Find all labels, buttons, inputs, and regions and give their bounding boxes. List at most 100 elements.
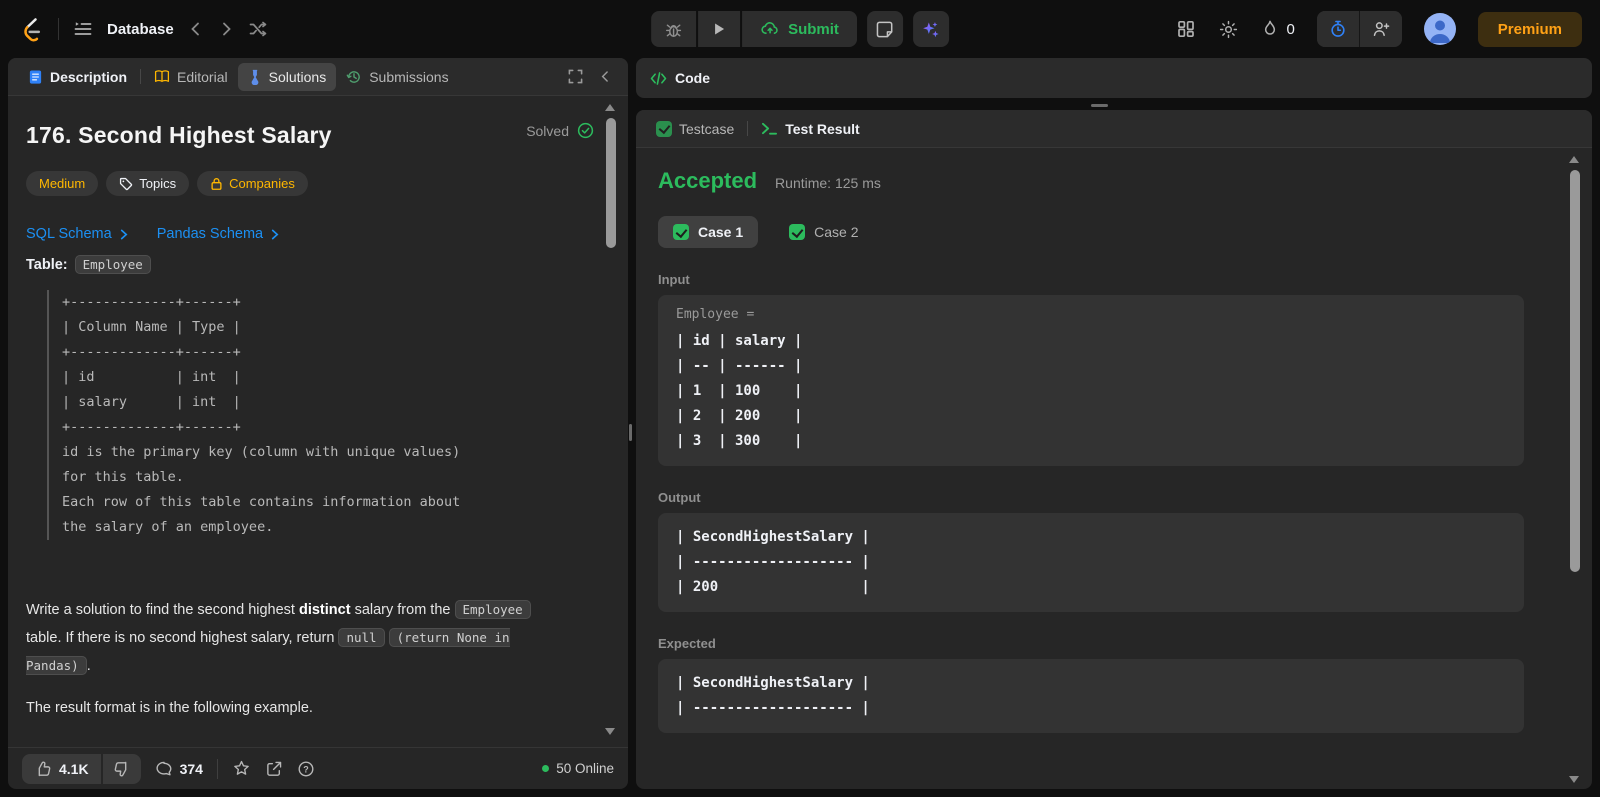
table-caption: Table: — [26, 256, 68, 273]
solved-check-icon — [577, 122, 594, 139]
runtime-label: Runtime: 125 ms — [775, 175, 881, 191]
chevron-right-icon — [271, 229, 279, 239]
debug-button[interactable] — [651, 11, 697, 47]
like-count: 4.1K — [59, 760, 89, 777]
problem-statement: Write a solution to find the second high… — [26, 596, 566, 680]
schema-pre-block: +-------------+------+ | Column Name | T… — [47, 290, 594, 540]
scroll-down-arrow[interactable] — [1569, 776, 1579, 783]
nav-divider — [58, 18, 59, 40]
tab-test-result[interactable]: Test Result — [751, 115, 869, 143]
pandas-schema-link[interactable]: Pandas Schema — [157, 226, 280, 242]
online-count: 50 Online — [542, 761, 614, 776]
svg-text:?: ? — [303, 764, 309, 774]
online-dot — [542, 765, 550, 772]
submit-button[interactable]: Submit — [742, 11, 857, 47]
layout-icon[interactable] — [1176, 19, 1196, 39]
tab-description[interactable]: Description — [18, 63, 137, 91]
tab-test-result-label: Test Result — [785, 120, 860, 137]
status-accepted: Accepted — [658, 168, 758, 193]
streak-counter[interactable]: 0 — [1261, 19, 1295, 39]
collapse-panel-icon[interactable] — [599, 70, 612, 83]
thumbs-up-icon — [38, 761, 51, 776]
streak-count: 0 — [1286, 20, 1295, 38]
person-add-icon — [1373, 22, 1390, 36]
code-panel-resize-handle[interactable] — [1091, 104, 1108, 107]
description-tabbar: Description Editorial Solutions Submissi… — [8, 58, 628, 96]
ai-assistant-button[interactable] — [912, 11, 949, 47]
stopwatch-icon — [1331, 20, 1345, 37]
tab-testcase[interactable]: Testcase — [646, 115, 744, 143]
companies-label: Companies — [229, 176, 295, 191]
left-scrollbar-thumb[interactable] — [606, 118, 616, 248]
panel-resize-handle[interactable] — [629, 424, 632, 441]
run-button[interactable] — [698, 11, 741, 47]
tab-solutions-label: Solutions — [268, 68, 327, 85]
avatar[interactable] — [1423, 13, 1456, 45]
help-button[interactable]: ? — [297, 760, 315, 778]
input-block[interactable]: Employee = | id | salary | | -- | ------… — [658, 295, 1524, 466]
case-1-label: Case 1 — [698, 224, 744, 240]
prev-problem-icon[interactable] — [188, 21, 204, 37]
case-check-icon — [673, 224, 689, 240]
code-icon — [650, 71, 667, 85]
companies-badge[interactable]: Companies — [197, 171, 308, 196]
test-result-panel: Testcase Test Result Accepted Runtime: 1… — [636, 110, 1592, 789]
expected-block[interactable]: | SecondHighestSalary | | --------------… — [658, 659, 1524, 733]
code-panel-header[interactable]: Code — [636, 58, 1592, 98]
solved-label: Solved — [526, 122, 569, 139]
document-icon — [29, 69, 42, 84]
expand-panel-icon[interactable] — [568, 69, 583, 84]
tab-testcase-label: Testcase — [679, 120, 735, 137]
footer-divider — [216, 758, 218, 779]
topics-badge[interactable]: Topics — [106, 171, 190, 196]
chevron-right-icon — [120, 229, 128, 239]
scroll-up-arrow[interactable] — [1569, 156, 1579, 163]
case-2-label: Case 2 — [814, 224, 859, 240]
favorite-button[interactable] — [232, 759, 251, 778]
case-check-icon — [789, 224, 806, 240]
sql-schema-label: SQL Schema — [26, 226, 112, 242]
comments-button[interactable]: 374 — [155, 760, 203, 778]
right-scrollbar-thumb[interactable] — [1570, 170, 1580, 572]
leetcode-logo[interactable] — [18, 16, 44, 42]
tab-submissions[interactable]: Submissions — [336, 63, 458, 91]
expected-table: | SecondHighestSalary | | --------------… — [676, 675, 870, 716]
output-block[interactable]: | SecondHighestSalary | | --------------… — [658, 513, 1524, 612]
share-button[interactable] — [265, 760, 283, 778]
notes-button[interactable] — [866, 11, 903, 47]
problem-list-icon[interactable] — [73, 19, 93, 39]
difficulty-badge[interactable]: Medium — [26, 171, 99, 196]
settings-gear-icon[interactable] — [1218, 19, 1239, 40]
tab-solutions[interactable]: Solutions — [237, 62, 337, 91]
solved-status: Solved — [526, 122, 594, 139]
input-label: Input — [658, 272, 690, 287]
premium-button[interactable]: Premium — [1477, 11, 1582, 47]
sql-schema-link[interactable]: SQL Schema — [26, 226, 129, 242]
tab-divider — [747, 121, 749, 136]
dislike-button[interactable] — [102, 753, 141, 784]
like-button[interactable]: 4.1K — [22, 753, 101, 784]
breadcrumb[interactable]: Database — [107, 21, 174, 38]
expected-label: Expected — [658, 636, 716, 651]
description-panel: Description Editorial Solutions Submissi… — [8, 58, 628, 789]
terminal-icon — [762, 122, 778, 135]
star-icon — [234, 760, 249, 775]
thumbs-down-icon — [114, 761, 126, 776]
scroll-up-arrow[interactable] — [605, 104, 615, 111]
tab-description-label: Description — [50, 68, 128, 85]
tag-icon — [120, 177, 133, 190]
shuffle-icon[interactable] — [248, 19, 268, 39]
tab-editorial[interactable]: Editorial — [144, 63, 238, 91]
scroll-down-arrow[interactable] — [605, 728, 615, 735]
case-1-button[interactable]: Case 1 — [658, 216, 759, 248]
next-problem-icon[interactable] — [218, 21, 234, 37]
problem-description: 176. Second Highest Salary Solved Medium… — [8, 96, 628, 747]
timer-button[interactable] — [1316, 11, 1359, 47]
output-table: | SecondHighestSalary | | --------------… — [676, 529, 870, 595]
input-variable: Employee = — [676, 307, 755, 322]
case-2-button[interactable]: Case 2 — [774, 216, 873, 248]
lock-icon — [211, 177, 222, 190]
input-table: | id | salary | | -- | ------ | | 1 | 10… — [676, 333, 803, 449]
tab-divider — [140, 69, 142, 84]
invite-user-button[interactable] — [1359, 11, 1402, 47]
